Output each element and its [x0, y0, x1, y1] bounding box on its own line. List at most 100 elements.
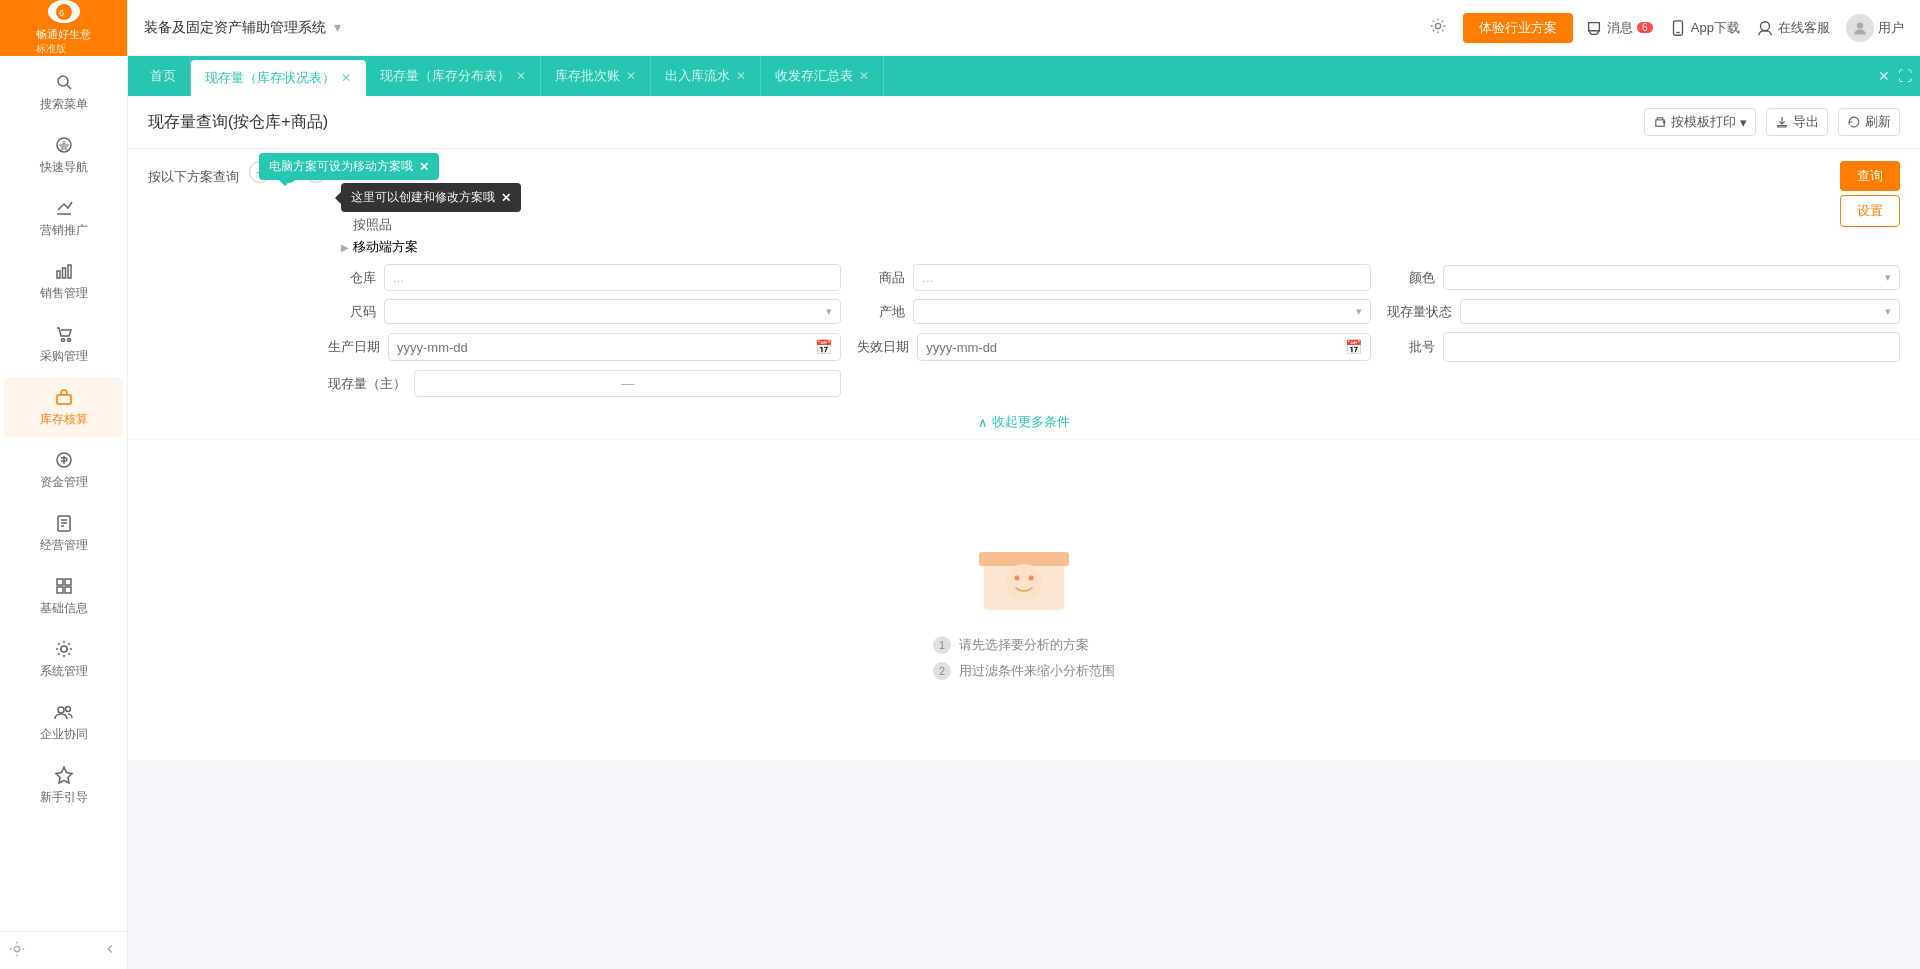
expire-date-input[interactable]: 📅	[917, 333, 1370, 361]
expire-date-label: 失效日期	[857, 338, 909, 356]
stock-status-dropdown-icon: ▾	[1885, 305, 1891, 318]
tab-receive-summary[interactable]: 收发存汇总表 ✕	[761, 56, 884, 96]
prod-date-input-field[interactable]	[397, 340, 815, 355]
sidebar-item-quick-nav[interactable]: 快速导航	[4, 125, 123, 186]
page-title: 现存量查询(按仓库+商品)	[148, 112, 328, 133]
empty-step-1: 1 请先选择要分析的方案	[933, 636, 1115, 654]
svg-rect-6	[57, 271, 60, 278]
refresh-button[interactable]: 刷新	[1838, 108, 1900, 136]
origin-field: 产地 ▾	[857, 299, 1370, 324]
product-label: 商品	[857, 269, 905, 287]
tab-in-out-flow[interactable]: 出入库流水 ✕	[651, 56, 761, 96]
svg-rect-19	[57, 587, 63, 593]
batch-field: 批号	[1387, 332, 1900, 362]
sidebar-item-search-menu[interactable]: 搜索菜单	[4, 62, 123, 123]
product-input[interactable]: ...	[913, 264, 1370, 291]
app-download-button[interactable]: App下载	[1669, 19, 1740, 37]
message-button[interactable]: 消息 6	[1585, 19, 1653, 37]
empty-state: 1 请先选择要分析的方案 2 用过滤条件来缩小分析范围	[128, 440, 1920, 760]
svg-point-25	[14, 946, 19, 951]
stock-status-select[interactable]: ▾	[1460, 299, 1900, 324]
sidebar-nav: 搜索菜单 快速导航 营销推广 销售管理 采购管理 库存核算 资金管理 经营管理	[0, 56, 127, 931]
svg-point-29	[1761, 21, 1770, 30]
prod-date-label: 生产日期	[328, 338, 380, 356]
warehouse-field: 仓库 ...	[328, 264, 841, 291]
collapse-label: 收起更多条件	[992, 413, 1070, 431]
sidebar-item-basic-info[interactable]: 基础信息	[4, 566, 123, 627]
sidebar-logo: 6 畅通好生意 标准版	[0, 0, 127, 56]
query-button[interactable]: 查询	[1840, 161, 1900, 191]
prod-date-input[interactable]: 📅	[388, 333, 841, 361]
tab-bar: 首页 现存量（库存状况表） ✕ 现存量（库存分布表） ✕ 库存批次账 ✕ 出入库…	[128, 56, 1920, 96]
filter-row-4: 现存量（主） —	[328, 370, 1900, 397]
sidebar-item-inventory[interactable]: 库存核算	[4, 377, 123, 438]
settings-query-button[interactable]: 设置	[1840, 195, 1900, 227]
prod-date-field: 生产日期 📅	[328, 332, 841, 362]
sidebar-item-finance[interactable]: 资金管理	[4, 440, 123, 501]
tab-inventory-dist[interactable]: 现存量（库存分布表） ✕	[366, 56, 541, 96]
sidebar-item-guide[interactable]: 新手引导	[4, 755, 123, 816]
size-label: 尺码	[328, 303, 376, 321]
schema-item-sub[interactable]: 按照品	[341, 216, 521, 234]
color-select[interactable]: ▾	[1443, 265, 1900, 290]
tab-inventory-status-close[interactable]: ✕	[341, 71, 351, 85]
message-label: 消息	[1607, 19, 1633, 37]
sidebar-label-finance: 资金管理	[40, 474, 88, 491]
tab-actions: ✕ ⛶	[1878, 68, 1912, 84]
schema-item-mobile[interactable]: ▶ 移动端方案	[341, 238, 521, 256]
tooltip2-close[interactable]: ✕	[501, 191, 511, 205]
tab-batch-account[interactable]: 库存批次账 ✕	[541, 56, 651, 96]
tab-receive-summary-close[interactable]: ✕	[859, 69, 869, 83]
batch-input[interactable]	[1443, 332, 1900, 362]
tab-inventory-dist-close[interactable]: ✕	[516, 69, 526, 83]
tab-in-out-flow-label: 出入库流水	[665, 67, 730, 85]
tab-batch-account-close[interactable]: ✕	[626, 69, 636, 83]
stock-main-input[interactable]: —	[414, 370, 841, 397]
tab-inventory-status[interactable]: 现存量（库存状况表） ✕	[191, 60, 366, 96]
warehouse-dots: ...	[393, 270, 404, 285]
tab-home[interactable]: 首页	[136, 56, 191, 96]
empty-step-2: 2 用过滤条件来缩小分析范围	[933, 662, 1115, 680]
filter-top-row: 按以下方案查询 + ✎ ← 电脑方案可设为移动方案哦 ✕	[148, 161, 1900, 256]
empty-illustration	[964, 520, 1084, 620]
top-header: 装备及固定资产辅助管理系统 ▾ 体验行业方案 消息 6 App下载 在线客服	[128, 0, 1920, 56]
tab-in-out-flow-close[interactable]: ✕	[736, 69, 746, 83]
export-button[interactable]: 导出	[1766, 108, 1828, 136]
prod-date-calendar-icon[interactable]: 📅	[815, 339, 832, 355]
sidebar-label-sales: 销售管理	[40, 285, 88, 302]
tab-expand-button[interactable]: ⛶	[1898, 68, 1912, 84]
origin-select[interactable]: ▾	[913, 299, 1370, 324]
sidebar-item-sales[interactable]: 销售管理	[4, 251, 123, 312]
tab-inventory-dist-label: 现存量（库存分布表）	[380, 67, 510, 85]
query-action-buttons: 查询 设置	[1840, 161, 1900, 227]
sidebar-item-operations[interactable]: 经营管理	[4, 503, 123, 564]
header-gear-button[interactable]	[1429, 17, 1447, 38]
online-support-button[interactable]: 在线客服	[1756, 19, 1830, 37]
tooltip1-close[interactable]: ✕	[419, 160, 429, 174]
sidebar-item-purchase[interactable]: 采购管理	[4, 314, 123, 375]
collapse-bar[interactable]: ∧ 收起更多条件	[148, 405, 1900, 439]
stock-main-from[interactable]	[423, 376, 613, 391]
color-label: 颜色	[1387, 269, 1435, 287]
expire-date-calendar-icon[interactable]: 📅	[1345, 339, 1362, 355]
size-select[interactable]: ▾	[384, 299, 841, 324]
tab-close-all-button[interactable]: ✕	[1878, 68, 1890, 84]
expire-date-input-field[interactable]	[926, 340, 1344, 355]
svg-point-26	[1435, 23, 1440, 28]
print-template-button[interactable]: 按模板打印 ▾	[1644, 108, 1756, 136]
settings-button[interactable]	[8, 940, 26, 961]
collapse-sidebar-button[interactable]	[101, 940, 119, 961]
user-avatar[interactable]: 用户	[1846, 14, 1904, 42]
tab-inventory-status-label: 现存量（库存状况表）	[205, 69, 335, 87]
warehouse-input[interactable]: ...	[384, 264, 841, 291]
logo-icon: 6	[48, 0, 80, 23]
industry-solution-button[interactable]: 体验行业方案	[1463, 13, 1573, 43]
stock-main-to[interactable]	[642, 376, 832, 391]
app-name: 畅通好生意	[36, 27, 91, 42]
sidebar-item-enterprise[interactable]: 企业协同	[4, 692, 123, 753]
svg-point-9	[61, 339, 64, 342]
sidebar-item-system[interactable]: 系统管理	[4, 629, 123, 690]
stock-status-label: 现存量状态	[1387, 303, 1452, 321]
sidebar-item-marketing[interactable]: 营销推广	[4, 188, 123, 249]
step-num-2: 2	[933, 662, 951, 680]
